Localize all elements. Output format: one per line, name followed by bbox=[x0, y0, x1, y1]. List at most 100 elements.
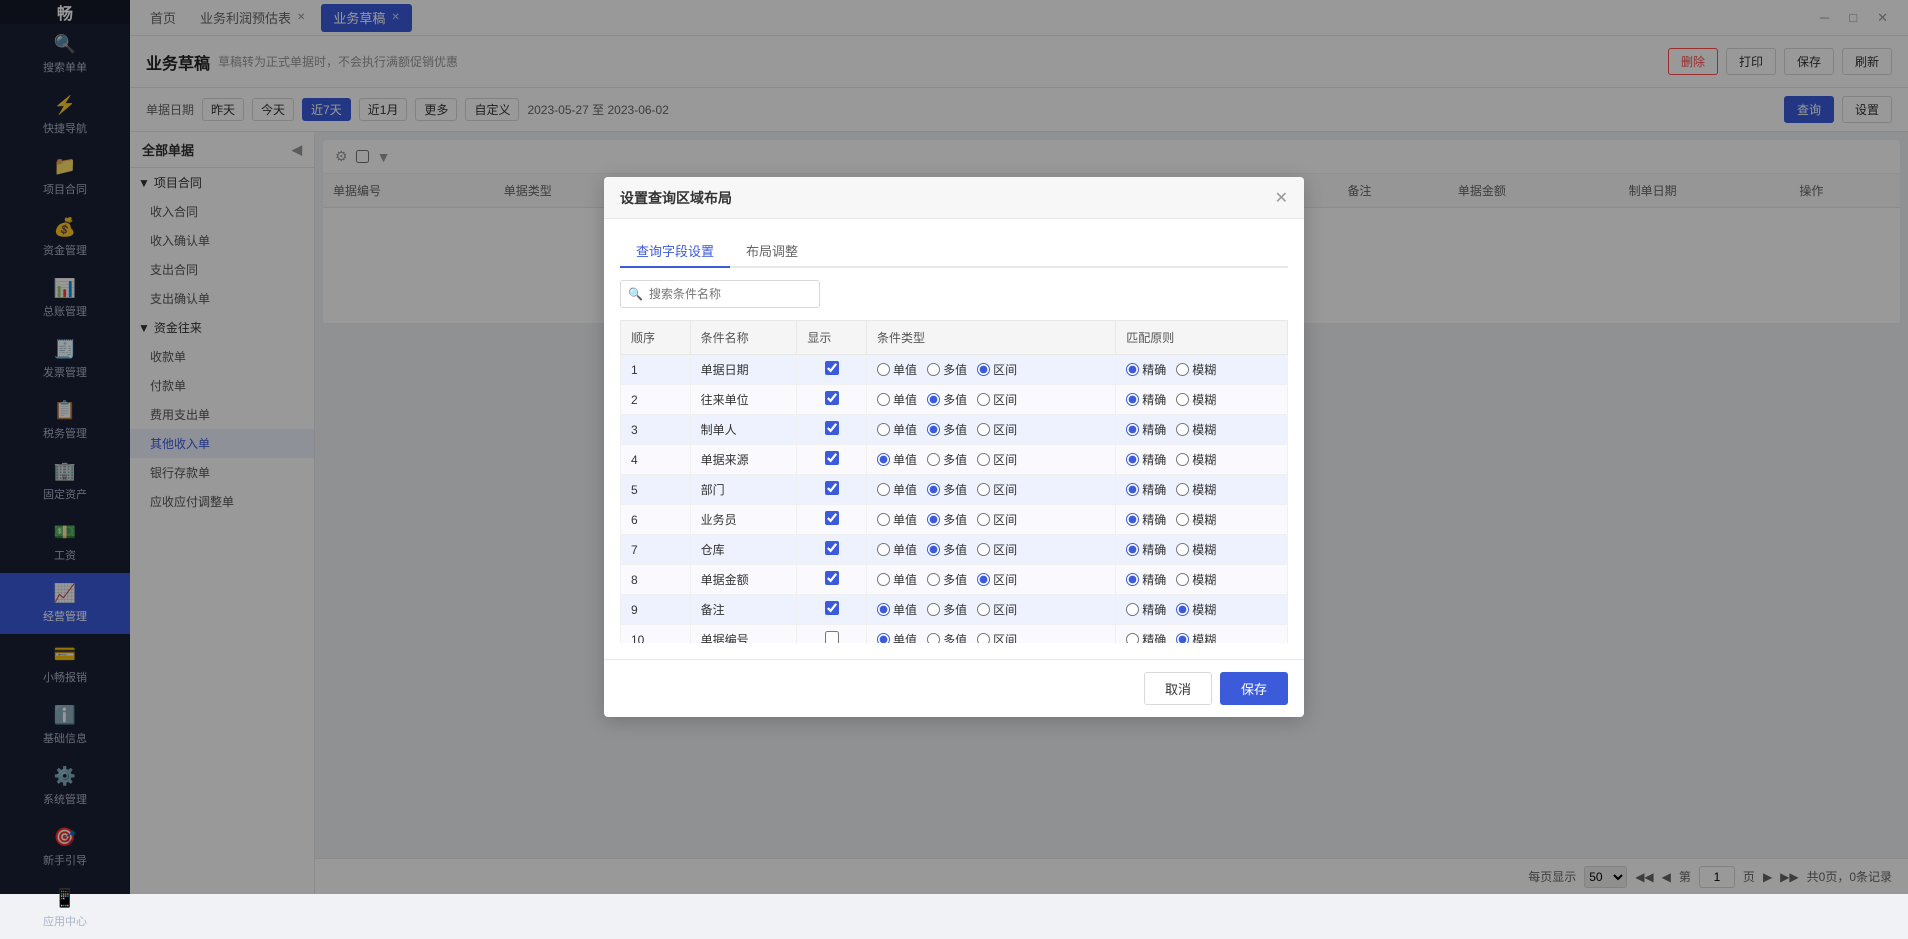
type-radio-item[interactable]: 多值 bbox=[927, 511, 967, 528]
cell-order: 5 bbox=[621, 475, 691, 505]
match-radio-item[interactable]: 模糊 bbox=[1176, 391, 1216, 408]
cell-condition-name: 制单人 bbox=[690, 415, 797, 445]
type-radio-item[interactable]: 单值 bbox=[877, 571, 917, 588]
match-radio-item[interactable]: 模糊 bbox=[1176, 511, 1216, 528]
match-radio-item[interactable]: 精确 bbox=[1126, 391, 1166, 408]
type-radio-item[interactable]: 区间 bbox=[977, 601, 1017, 618]
match-radio-item[interactable]: 模糊 bbox=[1176, 601, 1216, 618]
type-radio-item[interactable]: 多值 bbox=[927, 601, 967, 618]
cell-condition-name: 仓库 bbox=[690, 535, 797, 565]
cell-show bbox=[797, 565, 867, 595]
type-radio-item[interactable]: 单值 bbox=[877, 511, 917, 528]
cell-match: 精确模糊 bbox=[1116, 385, 1288, 415]
type-radio-item[interactable]: 单值 bbox=[877, 601, 917, 618]
show-checkbox[interactable] bbox=[825, 571, 839, 585]
type-radio-item[interactable]: 单值 bbox=[877, 451, 917, 468]
cell-type: 单值多值区间 bbox=[867, 595, 1116, 625]
cell-show bbox=[797, 415, 867, 445]
cell-match: 精确模糊 bbox=[1116, 415, 1288, 445]
type-radio-item[interactable]: 多值 bbox=[927, 421, 967, 438]
type-radio-item[interactable]: 区间 bbox=[977, 361, 1017, 378]
cell-show bbox=[797, 535, 867, 565]
settings-row: 9备注单值多值区间精确模糊 bbox=[621, 595, 1288, 625]
match-radio-item[interactable]: 模糊 bbox=[1176, 451, 1216, 468]
match-radio-item[interactable]: 模糊 bbox=[1176, 421, 1216, 438]
settings-table-scroll: 顺序 条件名称 显示 条件类型 匹配原则 1单据日期单值多值区间精确模糊2往来单… bbox=[620, 320, 1288, 643]
match-radio-item[interactable]: 模糊 bbox=[1176, 541, 1216, 558]
cell-order: 8 bbox=[621, 565, 691, 595]
type-radio-item[interactable]: 单值 bbox=[877, 421, 917, 438]
type-radio-item[interactable]: 区间 bbox=[977, 631, 1017, 643]
modal-close-button[interactable]: ✕ bbox=[1275, 188, 1288, 208]
settings-row: 5部门单值多值区间精确模糊 bbox=[621, 475, 1288, 505]
match-radio-item[interactable]: 精确 bbox=[1126, 541, 1166, 558]
match-radio-item[interactable]: 精确 bbox=[1126, 601, 1166, 618]
match-radio-item[interactable]: 精确 bbox=[1126, 631, 1166, 643]
cell-show bbox=[797, 355, 867, 385]
settings-row: 3制单人单值多值区间精确模糊 bbox=[621, 415, 1288, 445]
cell-order: 7 bbox=[621, 535, 691, 565]
cell-match: 精确模糊 bbox=[1116, 505, 1288, 535]
match-radio-item[interactable]: 精确 bbox=[1126, 511, 1166, 528]
type-radio-item[interactable]: 区间 bbox=[977, 391, 1017, 408]
modal-overlay[interactable]: 设置查询区域布局 ✕ 查询字段设置 布局调整 🔍 顺序 bbox=[0, 0, 1908, 894]
search-input-icon: 🔍 bbox=[628, 287, 643, 301]
match-radio-item[interactable]: 模糊 bbox=[1176, 631, 1216, 643]
col-order: 顺序 bbox=[621, 321, 691, 355]
show-checkbox[interactable] bbox=[825, 451, 839, 465]
cell-match: 精确模糊 bbox=[1116, 595, 1288, 625]
match-radio-item[interactable]: 模糊 bbox=[1176, 481, 1216, 498]
cell-order: 9 bbox=[621, 595, 691, 625]
type-radio-item[interactable]: 单值 bbox=[877, 391, 917, 408]
condition-search-input[interactable] bbox=[620, 280, 820, 308]
type-radio-item[interactable]: 多值 bbox=[927, 541, 967, 558]
cell-condition-name: 单据日期 bbox=[690, 355, 797, 385]
match-radio-item[interactable]: 模糊 bbox=[1176, 571, 1216, 588]
type-radio-item[interactable]: 多值 bbox=[927, 361, 967, 378]
type-radio-item[interactable]: 区间 bbox=[977, 541, 1017, 558]
type-radio-item[interactable]: 多值 bbox=[927, 451, 967, 468]
match-radio-item[interactable]: 模糊 bbox=[1176, 361, 1216, 378]
type-radio-item[interactable]: 区间 bbox=[977, 571, 1017, 588]
match-radio-item[interactable]: 精确 bbox=[1126, 421, 1166, 438]
type-radio-item[interactable]: 单值 bbox=[877, 361, 917, 378]
type-radio-item[interactable]: 区间 bbox=[977, 451, 1017, 468]
cell-show bbox=[797, 505, 867, 535]
type-radio-item[interactable]: 区间 bbox=[977, 421, 1017, 438]
type-radio-item[interactable]: 多值 bbox=[927, 391, 967, 408]
show-checkbox[interactable] bbox=[825, 631, 839, 643]
type-radio-item[interactable]: 区间 bbox=[977, 481, 1017, 498]
cancel-button[interactable]: 取消 bbox=[1144, 672, 1212, 705]
cell-type: 单值多值区间 bbox=[867, 475, 1116, 505]
show-checkbox[interactable] bbox=[825, 361, 839, 375]
type-radio-item[interactable]: 多值 bbox=[927, 631, 967, 643]
show-checkbox[interactable] bbox=[825, 541, 839, 555]
show-checkbox[interactable] bbox=[825, 481, 839, 495]
cell-show bbox=[797, 445, 867, 475]
match-radio-item[interactable]: 精确 bbox=[1126, 571, 1166, 588]
show-checkbox[interactable] bbox=[825, 421, 839, 435]
modal-tab-query-fields[interactable]: 查询字段设置 bbox=[620, 235, 730, 268]
match-radio-item[interactable]: 精确 bbox=[1126, 451, 1166, 468]
show-checkbox[interactable] bbox=[825, 391, 839, 405]
cell-order: 1 bbox=[621, 355, 691, 385]
cell-match: 精确模糊 bbox=[1116, 625, 1288, 643]
modal-save-button[interactable]: 保存 bbox=[1220, 672, 1288, 705]
cell-type: 单值多值区间 bbox=[867, 625, 1116, 643]
match-radio-item[interactable]: 精确 bbox=[1126, 481, 1166, 498]
type-radio-item[interactable]: 多值 bbox=[927, 571, 967, 588]
type-radio-item[interactable]: 多值 bbox=[927, 481, 967, 498]
modal-tab-layout[interactable]: 布局调整 bbox=[730, 235, 814, 268]
show-checkbox[interactable] bbox=[825, 601, 839, 615]
cell-type: 单值多值区间 bbox=[867, 565, 1116, 595]
modal-tabs: 查询字段设置 布局调整 bbox=[620, 235, 1288, 268]
cell-condition-name: 部门 bbox=[690, 475, 797, 505]
type-radio-item[interactable]: 单值 bbox=[877, 631, 917, 643]
type-radio-item[interactable]: 单值 bbox=[877, 541, 917, 558]
show-checkbox[interactable] bbox=[825, 511, 839, 525]
type-radio-item[interactable]: 单值 bbox=[877, 481, 917, 498]
type-radio-item[interactable]: 区间 bbox=[977, 511, 1017, 528]
col-name: 条件名称 bbox=[690, 321, 797, 355]
settings-row: 6业务员单值多值区间精确模糊 bbox=[621, 505, 1288, 535]
match-radio-item[interactable]: 精确 bbox=[1126, 361, 1166, 378]
